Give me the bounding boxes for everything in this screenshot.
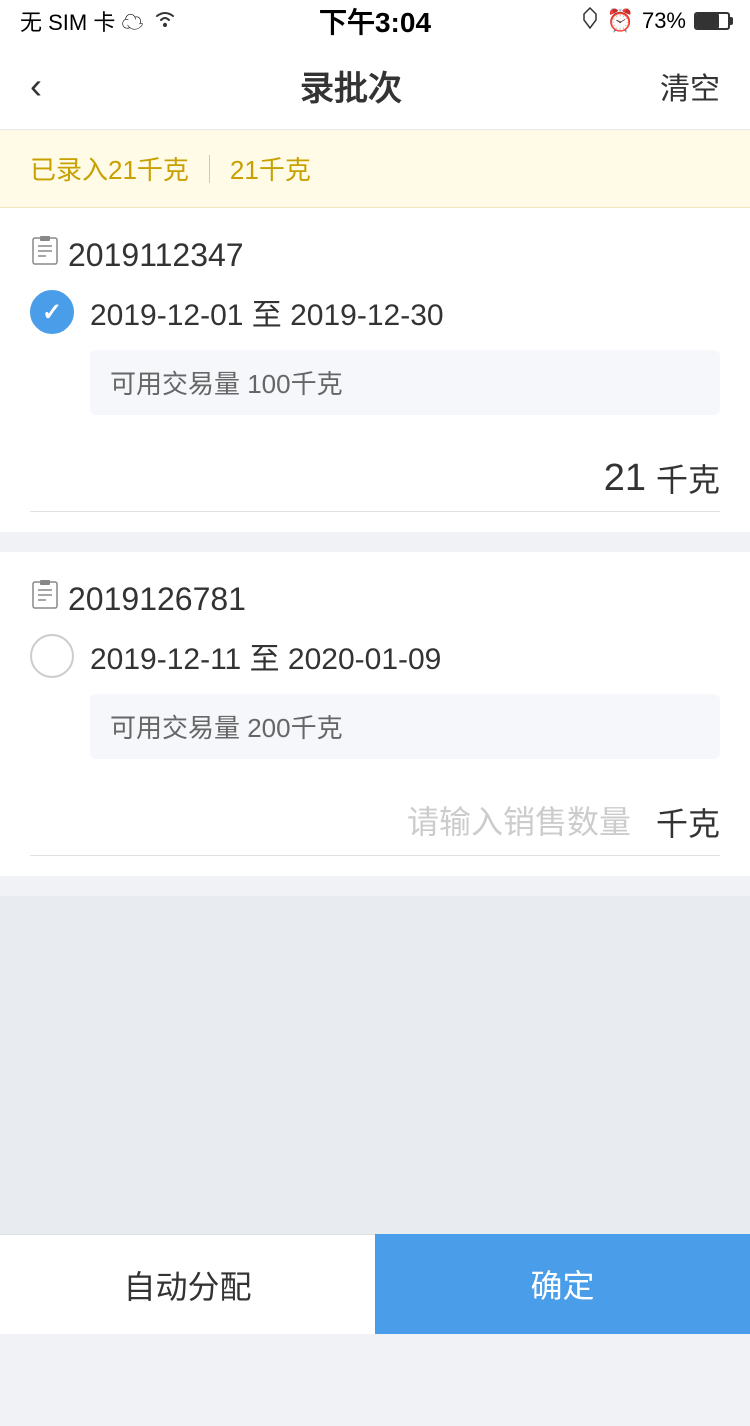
- batch1-date: 2019-12-01 至 2019-12-30: [90, 290, 444, 334]
- batch1-spacer: [0, 512, 750, 532]
- batch2-date-row[interactable]: 2019-12-11 至 2020-01-09: [30, 634, 720, 678]
- batch2-radio[interactable]: [30, 634, 74, 678]
- batch2-number: 2019126781: [68, 581, 246, 618]
- batch2-quantity-row[interactable]: 千克: [0, 779, 750, 845]
- main-content: 已录入21千克 21千克 2019112347: [0, 130, 750, 1426]
- batch2-available: 可用交易量 200千克: [90, 694, 720, 759]
- batch2-spacer: [0, 856, 750, 876]
- battery-icon: [694, 8, 730, 34]
- alarm-icon: ⏰: [607, 8, 634, 34]
- clear-button[interactable]: 清空: [660, 64, 720, 108]
- batch1-quantity-value: 21: [604, 457, 646, 500]
- status-left: 无 SIM 卡 ☁: [20, 5, 179, 37]
- status-bar: 无 SIM 卡 ☁ 下午3:04 ⏰ 73%: [0, 0, 750, 42]
- wifi-icon: [151, 8, 179, 34]
- batch1-quantity-row: 21 千克: [0, 435, 750, 501]
- batch2-quantity-input[interactable]: [366, 804, 646, 841]
- batch-card-2: 2019126781 2019-12-11 至 2020-01-09 可用交易量…: [0, 552, 750, 876]
- batch1-number-row: 2019112347: [30, 236, 720, 274]
- battery-text: 73%: [642, 8, 686, 34]
- status-time: 下午3:04: [319, 1, 431, 41]
- banner-divider: [209, 155, 210, 183]
- back-button[interactable]: ‹: [30, 65, 42, 107]
- batch2-number-row: 2019126781: [30, 580, 720, 618]
- confirm-button[interactable]: 确定: [375, 1234, 750, 1334]
- batch1-icon: [30, 236, 60, 274]
- batch2-date: 2019-12-11 至 2020-01-09: [90, 634, 441, 678]
- info-banner: 已录入21千克 21千克: [0, 130, 750, 208]
- auto-distribute-button[interactable]: 自动分配: [0, 1234, 375, 1334]
- page-title: 录批次: [300, 61, 402, 110]
- location-icon: [581, 7, 599, 35]
- no-sim-text: 无 SIM 卡 ☁: [20, 5, 143, 37]
- batch2-quantity-unit: 千克: [656, 799, 720, 845]
- nav-bar: ‹ 录批次 清空: [0, 42, 750, 130]
- status-right: ⏰ 73%: [581, 7, 730, 35]
- bottom-buttons: 自动分配 确定: [0, 1234, 750, 1334]
- batch1-date-row[interactable]: ✓ 2019-12-01 至 2019-12-30: [30, 290, 720, 334]
- current-amount: 21千克: [230, 150, 311, 187]
- batch-card-1: 2019112347 ✓ 2019-12-01 至 2019-12-30 可用交…: [0, 208, 750, 532]
- batch2-icon: [30, 580, 60, 618]
- batch1-radio[interactable]: ✓: [30, 290, 74, 334]
- batch1-quantity-unit: 千克: [656, 455, 720, 501]
- batch1-number: 2019112347: [68, 237, 244, 274]
- batch1-check-icon: ✓: [42, 298, 62, 327]
- batch1-available: 可用交易量 100千克: [90, 350, 720, 415]
- recorded-amount: 已录入21千克: [30, 150, 189, 187]
